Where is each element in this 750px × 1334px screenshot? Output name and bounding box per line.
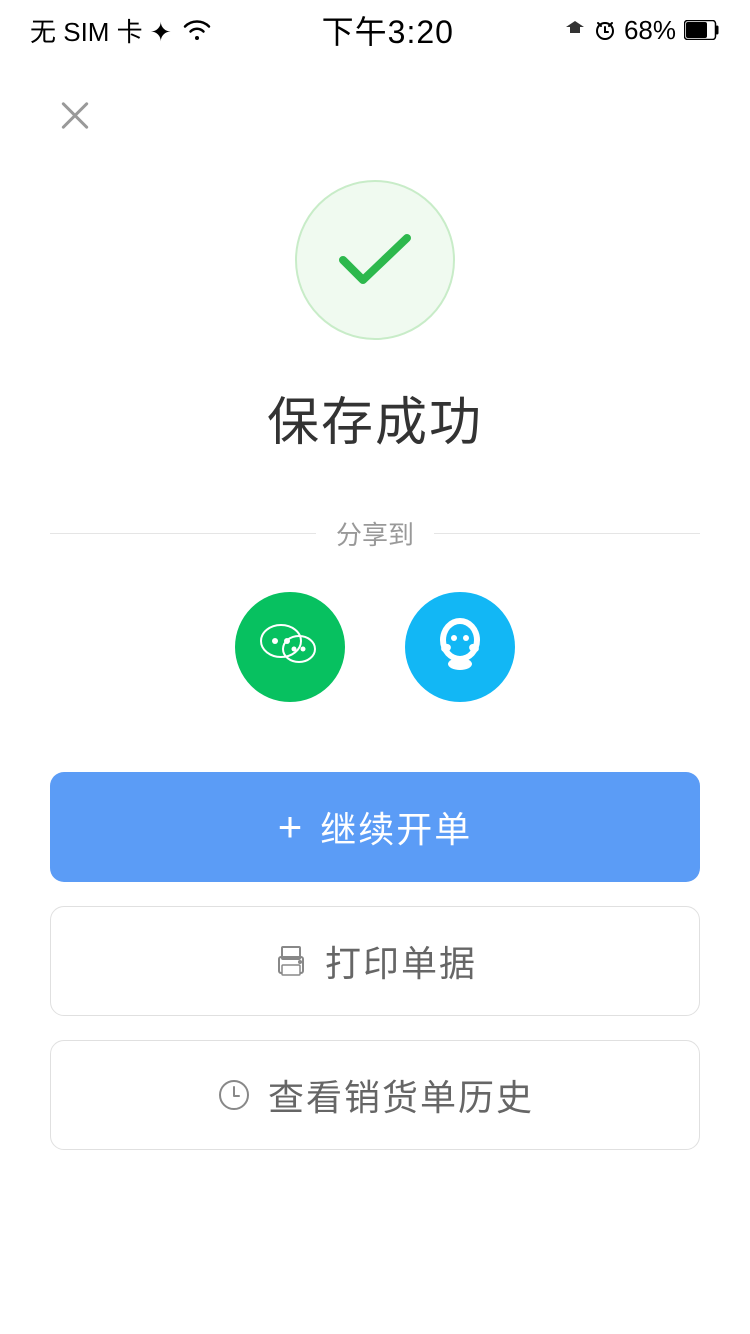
- share-row: [235, 592, 515, 702]
- status-right: 68%: [564, 15, 720, 46]
- no-sim-text: 无 SIM 卡 ✦: [30, 12, 172, 49]
- wechat-icon: [257, 619, 323, 675]
- continue-button[interactable]: + 继续开单: [50, 772, 700, 882]
- battery-percent: 68%: [624, 15, 676, 46]
- status-time: 下午3:20: [322, 7, 454, 53]
- print-label: 打印单据: [325, 935, 477, 987]
- action-buttons: + 继续开单 打印单据 查看销货单历史: [50, 772, 700, 1150]
- success-title: 保存成功: [267, 380, 483, 455]
- print-button[interactable]: 打印单据: [50, 906, 700, 1016]
- qq-share-button[interactable]: [405, 592, 515, 702]
- battery-icon: [684, 20, 720, 40]
- history-label: 查看销货单历史: [268, 1069, 534, 1121]
- divider-line-left: [50, 533, 316, 534]
- success-icon-circle: [295, 180, 455, 340]
- qq-icon: [428, 612, 492, 682]
- divider-label: 分享到: [316, 515, 434, 552]
- location-icon: [564, 19, 586, 41]
- share-divider: 分享到: [50, 515, 700, 552]
- print-icon: [273, 943, 309, 979]
- status-left: 无 SIM 卡 ✦: [30, 12, 212, 49]
- checkmark-icon: [335, 230, 415, 290]
- continue-label: 继续开单: [320, 801, 472, 853]
- alarm-icon: [594, 19, 616, 41]
- history-button[interactable]: 查看销货单历史: [50, 1040, 700, 1150]
- status-bar: 无 SIM 卡 ✦ 下午3:20 68%: [0, 0, 750, 60]
- wechat-share-button[interactable]: [235, 592, 345, 702]
- wifi-icon: [182, 18, 212, 42]
- divider-line-right: [434, 533, 700, 534]
- plus-icon: +: [278, 806, 305, 848]
- main-content: 保存成功 分享到: [0, 140, 750, 1334]
- history-icon: [216, 1077, 252, 1113]
- close-button[interactable]: [50, 90, 100, 140]
